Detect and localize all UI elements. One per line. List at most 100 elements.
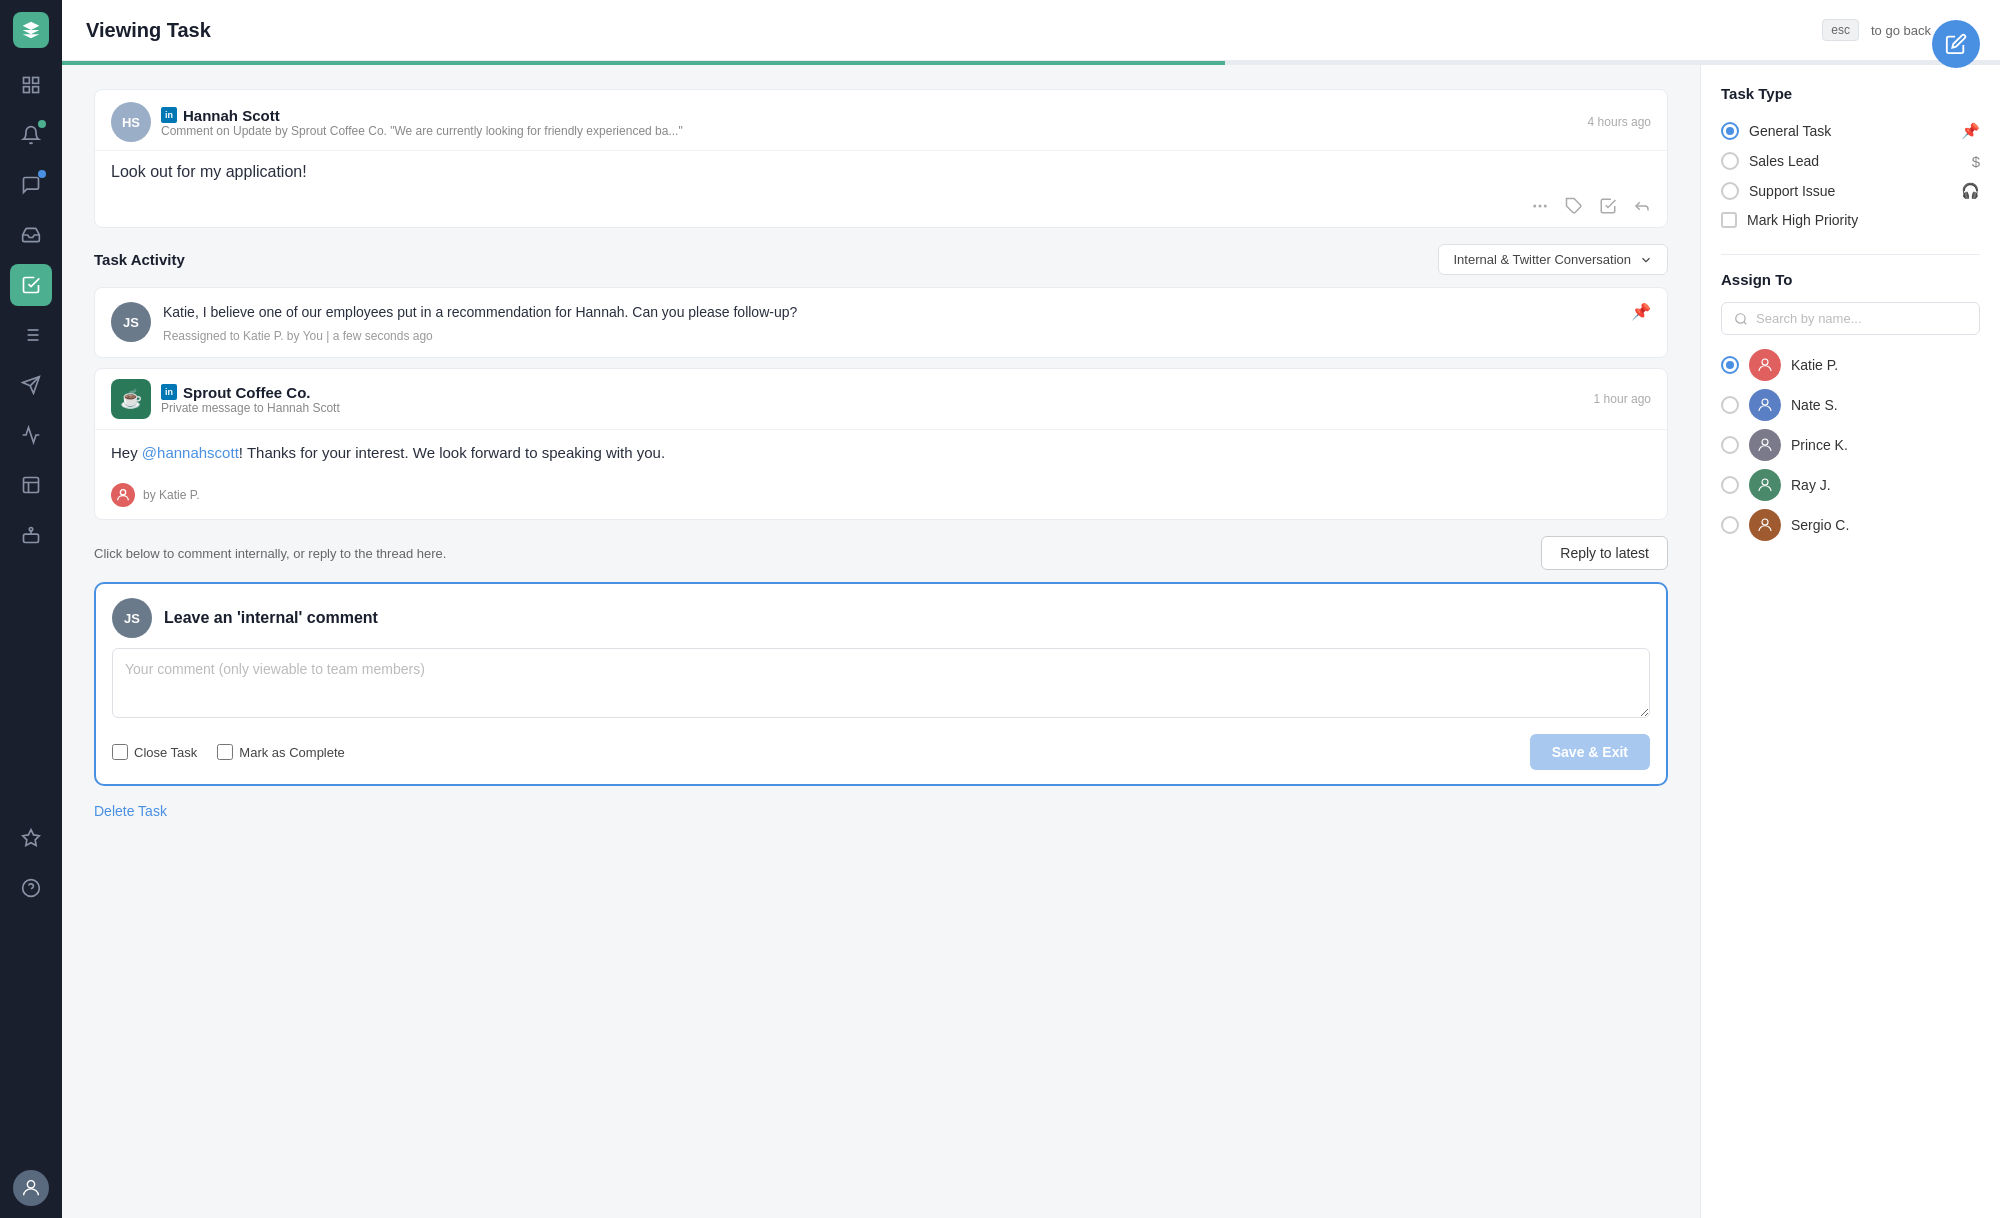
task-type-left-sales: Sales Lead — [1721, 152, 1819, 170]
task-activity-title: Task Activity — [94, 251, 185, 268]
assign-name-prince: Prince K. — [1791, 437, 1848, 453]
private-msg-footer: by Katie P. — [95, 475, 1667, 519]
task-type-sales[interactable]: Sales Lead $ — [1721, 146, 1980, 176]
comment-textarea[interactable] — [112, 648, 1650, 718]
right-panel: Task Type General Task 📌 Sales Lead — [1700, 65, 2000, 1218]
sender-avatar: HS — [111, 102, 151, 142]
logo[interactable] — [13, 12, 49, 48]
sidebar-item-help[interactable] — [10, 867, 52, 909]
svg-rect-0 — [24, 78, 30, 84]
search-input[interactable] — [1756, 311, 1967, 326]
task-type-support[interactable]: Support Issue 🎧 — [1721, 176, 1980, 206]
by-avatar — [111, 483, 135, 507]
comment-box: JS Leave an 'internal' comment Close Tas… — [94, 582, 1668, 786]
close-task-checkbox-label[interactable]: Close Task — [112, 744, 197, 760]
radio-nate[interactable] — [1721, 396, 1739, 414]
sidebar-item-inbox[interactable] — [10, 214, 52, 256]
high-priority-checkbox[interactable] — [1721, 212, 1737, 228]
task-type-left-general: General Task — [1721, 122, 1831, 140]
task-type-label-support: Support Issue — [1749, 183, 1835, 199]
sidebar-item-starred[interactable] — [10, 817, 52, 859]
assign-row-sergio[interactable]: Sergio C. — [1721, 509, 1980, 541]
task-panel: HS in Hannah Scott Comment on Update by … — [62, 65, 1700, 1218]
task-type-label-sales: Sales Lead — [1749, 153, 1819, 169]
radio-support[interactable] — [1721, 182, 1739, 200]
more-options-btn[interactable] — [1531, 197, 1549, 215]
assign-row-ray[interactable]: Ray J. — [1721, 469, 1980, 501]
assign-list: Katie P. Nate S. Prince K. — [1721, 349, 1980, 541]
task-type-left-support: Support Issue — [1721, 182, 1835, 200]
message-header-left: HS in Hannah Scott Comment on Update by … — [111, 102, 683, 142]
radio-general[interactable] — [1721, 122, 1739, 140]
original-message-card: HS in Hannah Scott Comment on Update by … — [94, 89, 1668, 228]
private-sender-info: in Sprout Coffee Co. Private message to … — [161, 384, 340, 415]
user-avatar[interactable] — [13, 1170, 49, 1206]
message-header: HS in Hannah Scott Comment on Update by … — [95, 90, 1667, 150]
comment-checkboxes: Close Task Mark as Complete — [112, 744, 345, 760]
assign-row-katie[interactable]: Katie P. — [1721, 349, 1980, 381]
reply-latest-button[interactable]: Reply to latest — [1541, 536, 1668, 570]
activity-avatar: JS — [111, 302, 151, 342]
radio-sergio[interactable] — [1721, 516, 1739, 534]
mention[interactable]: @hannahscott — [142, 444, 239, 461]
svg-point-21 — [1533, 205, 1536, 208]
assign-name-ray: Ray J. — [1791, 477, 1831, 493]
avatar-sergio — [1749, 509, 1781, 541]
close-task-checkbox[interactable] — [112, 744, 128, 760]
svg-point-29 — [1762, 399, 1768, 405]
sidebar-item-messages[interactable] — [10, 164, 52, 206]
comment-avatar: JS — [112, 598, 152, 638]
svg-rect-3 — [33, 87, 39, 93]
svg-point-28 — [1762, 359, 1768, 365]
activity-content: Katie, I believe one of our employees pu… — [163, 302, 1619, 343]
header: Viewing Task esc to go back ✕ — [62, 0, 2000, 61]
sidebar-item-notifications[interactable] — [10, 114, 52, 156]
avatar-prince — [1749, 429, 1781, 461]
sidebar — [0, 0, 62, 1218]
sidebar-item-reports[interactable] — [10, 464, 52, 506]
reply-hint: Click below to comment internally, or re… — [94, 546, 446, 561]
radio-ray[interactable] — [1721, 476, 1739, 494]
delete-task-link[interactable]: Delete Task — [94, 803, 167, 819]
sidebar-item-analytics[interactable] — [10, 414, 52, 456]
compose-fab[interactable] — [1932, 20, 1980, 68]
task-type-general[interactable]: General Task 📌 — [1721, 116, 1980, 146]
sidebar-item-bot[interactable] — [10, 514, 52, 556]
radio-sales[interactable] — [1721, 152, 1739, 170]
svg-point-14 — [29, 528, 32, 531]
linkedin-icon: in — [161, 107, 177, 123]
avatar-initials: HS — [122, 115, 140, 130]
sidebar-item-compose[interactable] — [10, 364, 52, 406]
svg-point-23 — [1544, 205, 1547, 208]
radio-katie[interactable] — [1721, 356, 1739, 374]
assign-row-nate[interactable]: Nate S. — [1721, 389, 1980, 421]
search-icon — [1734, 312, 1748, 326]
private-sender-sub: Private message to Hannah Scott — [161, 401, 340, 415]
notification-badge — [38, 120, 46, 128]
mark-complete-checkbox-label[interactable]: Mark as Complete — [217, 744, 344, 760]
radio-prince[interactable] — [1721, 436, 1739, 454]
task-type-title: Task Type — [1721, 85, 1980, 102]
reply-btn[interactable] — [1633, 197, 1651, 215]
conversation-dropdown[interactable]: Internal & Twitter Conversation — [1438, 244, 1668, 275]
sprout-avatar: ☕ — [111, 379, 151, 419]
assign-name-nate: Nate S. — [1791, 397, 1838, 413]
sidebar-item-list[interactable] — [10, 314, 52, 356]
fab-area — [1932, 20, 1980, 68]
sidebar-item-home[interactable] — [10, 64, 52, 106]
by-text: by Katie P. — [143, 488, 199, 502]
private-message-card: ☕ in Sprout Coffee Co. Private message t… — [94, 368, 1668, 520]
high-priority-row[interactable]: Mark High Priority — [1721, 206, 1980, 234]
message-actions — [95, 189, 1667, 227]
message-time: 4 hours ago — [1588, 115, 1651, 129]
content-area: HS in Hannah Scott Comment on Update by … — [62, 65, 2000, 1218]
complete-btn[interactable] — [1599, 197, 1617, 215]
tag-btn[interactable] — [1565, 197, 1583, 215]
assign-row-prince[interactable]: Prince K. — [1721, 429, 1980, 461]
mark-complete-checkbox[interactable] — [217, 744, 233, 760]
activity-text: Katie, I believe one of our employees pu… — [163, 302, 1619, 323]
save-exit-button[interactable]: Save & Exit — [1530, 734, 1650, 770]
sidebar-item-tasks[interactable] — [10, 264, 52, 306]
pin-icon: 📌 — [1631, 302, 1651, 321]
support-issue-icon: 🎧 — [1961, 182, 1980, 200]
